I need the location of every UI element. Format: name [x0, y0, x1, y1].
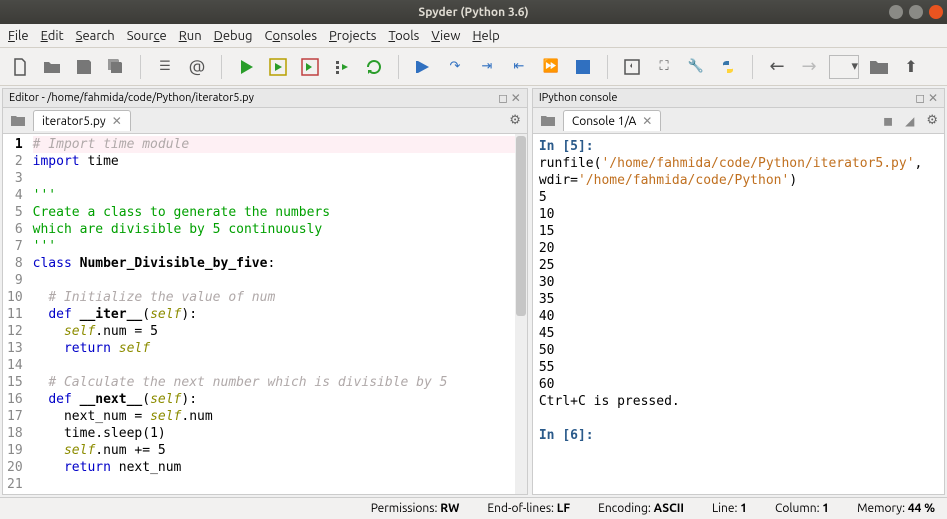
status-bar: Permissions: RW End-of-lines: LF Encodin… — [0, 497, 947, 519]
editor-tab-row: iterator5.py ✕ ⚙ — [3, 108, 527, 134]
console-clear-icon[interactable]: ◢ — [905, 114, 914, 128]
import-icon[interactable] — [620, 55, 644, 79]
code-editor[interactable]: 12345678910111213141516171819202122 # Im… — [3, 134, 527, 494]
run-cell-icon[interactable] — [266, 55, 290, 79]
toolbar-separator — [607, 55, 608, 79]
maximize-pane-icon[interactable]: ⛶ — [652, 55, 676, 79]
status-eol: End-of-lines: LF — [487, 502, 570, 515]
code-area[interactable]: # Import time moduleimport time '''Creat… — [29, 134, 527, 494]
menu-edit[interactable]: Edit — [41, 29, 64, 43]
close-button[interactable] — [929, 5, 943, 19]
cwd-dropdown[interactable]: ▾ — [829, 55, 859, 79]
menu-run[interactable]: Run — [179, 29, 202, 43]
editor-title-text: Editor - /home/fahmida/code/Python/itera… — [9, 92, 254, 104]
toolbar-separator — [221, 55, 222, 79]
editor-tab[interactable]: iterator5.py ✕ — [33, 110, 131, 131]
menu-projects[interactable]: Projects — [329, 29, 376, 43]
console-tab-row: Console 1/A ✕ ◼ ◢ ⚙ — [533, 108, 944, 134]
console-output[interactable]: In [5]: runfile('/home/fahmida/code/Pyth… — [533, 134, 944, 494]
save-icon[interactable] — [72, 55, 96, 79]
menu-source[interactable]: Source — [127, 29, 167, 43]
main-split: Editor - /home/fahmida/code/Python/itera… — [0, 86, 947, 497]
menu-tools[interactable]: Tools — [388, 29, 419, 43]
console-pane-controls[interactable]: ◻ ✕ — [915, 91, 938, 105]
menu-consoles[interactable]: Consoles — [265, 29, 317, 43]
line-number-gutter: 12345678910111213141516171819202122 — [3, 134, 29, 494]
console-title-text: IPython console — [539, 92, 618, 104]
rerun-icon[interactable] — [362, 55, 386, 79]
editor-pane-title: Editor - /home/fahmida/code/Python/itera… — [3, 89, 527, 108]
python-path-icon[interactable] — [716, 55, 740, 79]
toolbar-separator — [752, 55, 753, 79]
run-cell-advance-icon[interactable] — [298, 55, 322, 79]
editor-options-icon[interactable]: ⚙ — [509, 113, 521, 128]
forward-icon[interactable]: → — [797, 55, 821, 79]
status-memory: Memory: 44 % — [857, 502, 935, 515]
step-out-icon[interactable]: ⇤ — [507, 55, 531, 79]
console-browse-icon[interactable] — [539, 112, 557, 130]
new-file-icon[interactable] — [8, 55, 32, 79]
console-pane-title: IPython console ◻ ✕ — [533, 89, 944, 108]
menu-view[interactable]: View — [431, 29, 460, 43]
editor-pane-controls[interactable]: ◻ ✕ — [498, 91, 521, 105]
browse-folder-icon[interactable] — [867, 55, 891, 79]
close-console-tab-icon[interactable]: ✕ — [642, 114, 652, 128]
tab-browse-icon[interactable] — [9, 112, 27, 130]
editor-tab-label: iterator5.py — [42, 115, 106, 128]
status-encoding: Encoding: ASCII — [598, 502, 684, 515]
status-permissions: Permissions: RW — [371, 502, 460, 515]
step-over-icon[interactable]: ↷ — [443, 55, 467, 79]
console-tab[interactable]: Console 1/A ✕ — [563, 110, 662, 131]
window-controls — [889, 5, 943, 19]
toolbar-separator — [140, 55, 141, 79]
console-options-icon[interactable]: ⚙ — [926, 113, 938, 128]
step-in-icon[interactable]: ⇥ — [475, 55, 499, 79]
main-toolbar: ☰ @ ↷ ⇥ ⇤ ⏩ ⛶ 🔧 ← → ▾ ⬆ — [0, 48, 947, 86]
window-title: Spyder (Python 3.6) — [418, 6, 528, 19]
ipython-pane: IPython console ◻ ✕ Console 1/A ✕ ◼ ◢ ⚙ … — [532, 88, 945, 495]
console-stop-icon[interactable]: ◼ — [883, 114, 893, 128]
continue-icon[interactable]: ⏩ — [539, 55, 563, 79]
close-tab-icon[interactable]: ✕ — [112, 114, 122, 128]
run-icon[interactable] — [234, 55, 258, 79]
menu-debug[interactable]: Debug — [214, 29, 253, 43]
run-selection-icon[interactable] — [330, 55, 354, 79]
menu-bar: File Edit Search Source Run Debug Consol… — [0, 24, 947, 48]
back-icon[interactable]: ← — [765, 55, 789, 79]
debug-icon[interactable] — [411, 55, 435, 79]
toolbar-separator — [398, 55, 399, 79]
menu-search[interactable]: Search — [76, 29, 115, 43]
status-column: Column: 1 — [775, 502, 829, 515]
status-line: Line: 1 — [712, 502, 747, 515]
editor-pane: Editor - /home/fahmida/code/Python/itera… — [2, 88, 528, 495]
title-bar: Spyder (Python 3.6) — [0, 0, 947, 24]
save-all-icon[interactable] — [104, 55, 128, 79]
preferences-icon[interactable]: 🔧 — [684, 55, 708, 79]
editor-scrollbar[interactable] — [515, 134, 527, 494]
maximize-button[interactable] — [909, 5, 923, 19]
menu-help[interactable]: Help — [472, 29, 499, 43]
parent-dir-icon[interactable]: ⬆ — [899, 55, 923, 79]
console-tab-label: Console 1/A — [572, 115, 636, 128]
open-file-icon[interactable] — [40, 55, 64, 79]
at-icon[interactable]: @ — [185, 55, 209, 79]
outline-icon[interactable]: ☰ — [153, 55, 177, 79]
menu-file[interactable]: File — [8, 29, 29, 43]
stop-debug-icon[interactable] — [571, 55, 595, 79]
minimize-button[interactable] — [889, 5, 903, 19]
